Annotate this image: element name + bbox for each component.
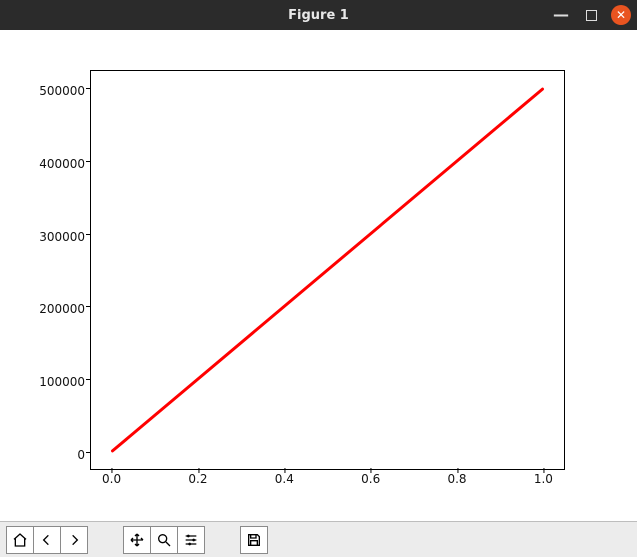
save-icon — [246, 532, 262, 548]
home-button[interactable] — [6, 526, 34, 554]
zoom-button[interactable] — [150, 526, 178, 554]
x-tick-label: 0.8 — [447, 472, 466, 486]
matplotlib-toolbar — [0, 521, 637, 557]
y-tick-label: 100000 — [5, 375, 85, 383]
window-title: Figure 1 — [288, 8, 349, 23]
y-tick-label: 0 — [5, 448, 85, 456]
save-button[interactable] — [240, 526, 268, 554]
pan-button[interactable] — [123, 526, 151, 554]
figure-canvas: 0 100000 200000 300000 400000 500000 0.0 0.2 0.… — [0, 30, 637, 521]
line-plot — [91, 71, 564, 469]
pan-icon — [129, 532, 145, 548]
y-tick-label: 300000 — [5, 230, 85, 238]
x-tick-label: 0.0 — [102, 472, 121, 486]
close-button[interactable]: ✕ — [611, 5, 631, 25]
plot-axes[interactable] — [90, 70, 565, 470]
y-tick-label: 400000 — [5, 157, 85, 165]
x-tick-label: 0.4 — [275, 472, 294, 486]
configure-button[interactable] — [177, 526, 205, 554]
y-tick-label: 200000 — [5, 302, 85, 310]
minimize-button[interactable]: — — [551, 5, 571, 25]
back-button[interactable] — [33, 526, 61, 554]
home-icon — [12, 532, 28, 548]
x-tick-label: 0.2 — [188, 472, 207, 486]
x-tick-label: 1.0 — [534, 472, 553, 486]
sliders-icon — [183, 532, 199, 548]
zoom-icon — [156, 532, 172, 548]
close-icon: ✕ — [611, 5, 631, 25]
x-tick-label: 0.6 — [361, 472, 380, 486]
forward-arrow-icon — [66, 532, 82, 548]
maximize-icon — [586, 10, 597, 21]
window-titlebar: Figure 1 — ✕ — [0, 0, 637, 30]
y-tick-label: 500000 — [5, 84, 85, 92]
maximize-button[interactable] — [581, 5, 601, 25]
back-arrow-icon — [39, 532, 55, 548]
forward-button[interactable] — [60, 526, 88, 554]
